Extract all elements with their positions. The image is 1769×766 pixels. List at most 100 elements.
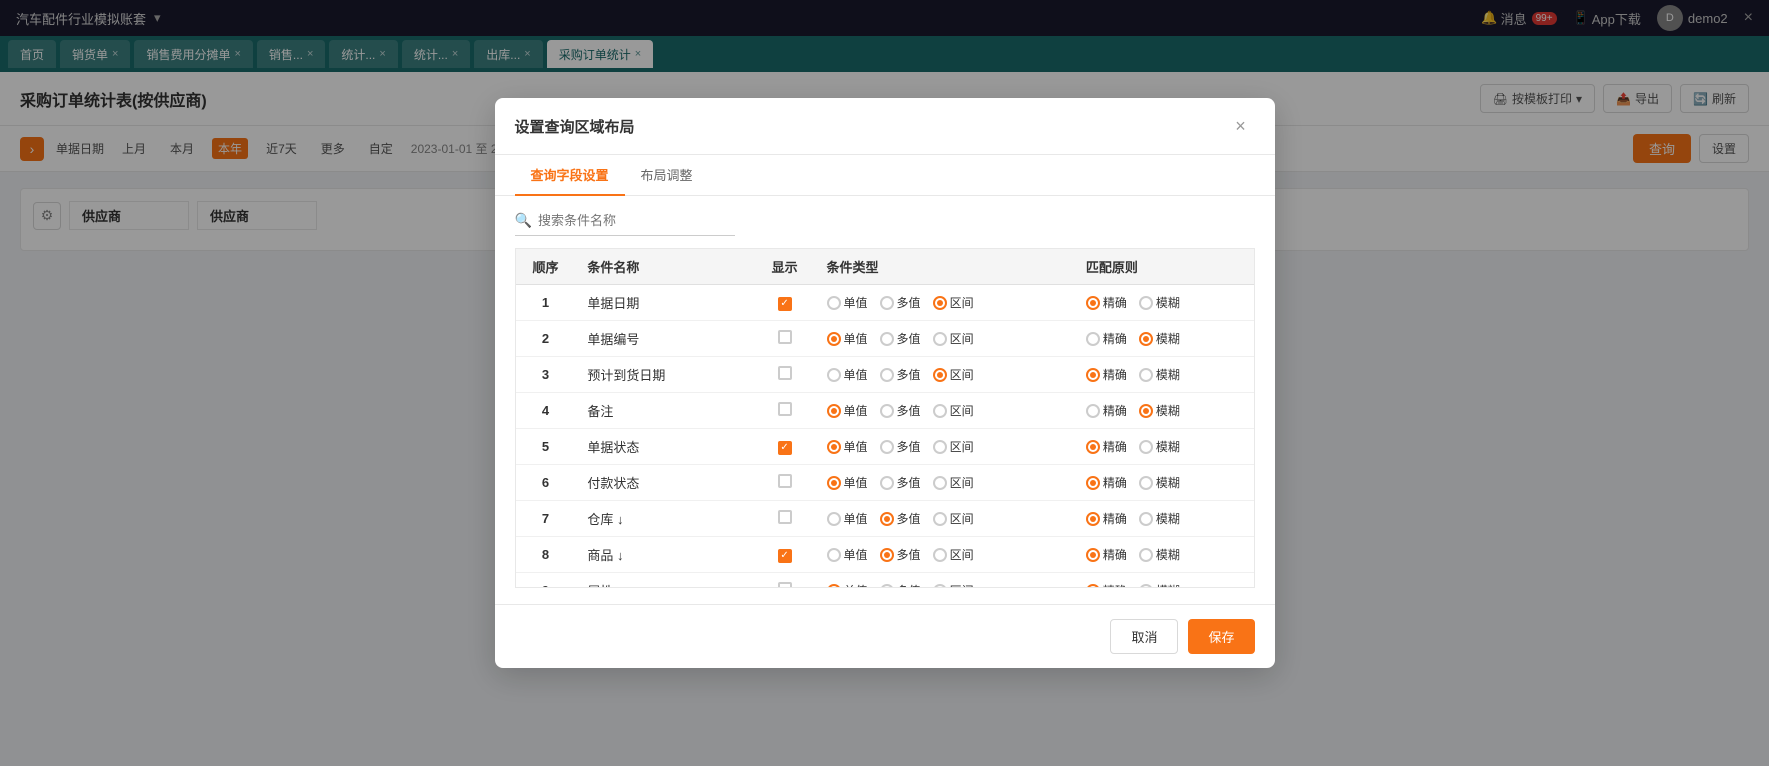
table-row: 9属性 ↓单值多值区间精确模糊: [516, 573, 1254, 589]
type-radio-item[interactable]: 区间: [933, 366, 974, 383]
match-radio-item[interactable]: 精确: [1086, 402, 1127, 419]
cell-order: 3: [516, 357, 576, 393]
type-radio-item[interactable]: 单值: [827, 474, 868, 491]
type-radio-item[interactable]: 多值: [880, 438, 921, 455]
match-radio-item[interactable]: 模糊: [1139, 294, 1180, 311]
table-row: 4备注 单值多值区间 精确模糊: [516, 393, 1254, 429]
type-radio-item[interactable]: 多值: [880, 546, 921, 563]
type-radio-item[interactable]: 区间: [933, 330, 974, 347]
type-radio-item[interactable]: 多值: [880, 330, 921, 347]
type-radio-item[interactable]: 区间: [933, 474, 974, 491]
cell-display[interactable]: [755, 573, 815, 589]
modal-close-btn[interactable]: ×: [1227, 112, 1255, 140]
modal-tab-layout[interactable]: 布局调整: [625, 155, 709, 196]
display-checkbox[interactable]: [778, 402, 792, 416]
cell-display[interactable]: [755, 321, 815, 357]
display-checkbox[interactable]: [778, 330, 792, 344]
radio-circle: [880, 584, 894, 589]
cell-display[interactable]: [755, 465, 815, 501]
radio-circle: [933, 548, 947, 562]
cell-name: 预计到货日期: [575, 357, 754, 393]
type-radio-item[interactable]: 单值: [827, 438, 868, 455]
match-radio-item[interactable]: 精确: [1086, 510, 1127, 527]
radio-circle: [880, 404, 894, 418]
match-radio-item[interactable]: 精确: [1086, 474, 1127, 491]
radio-circle: [933, 584, 947, 589]
match-radio-item[interactable]: 精确: [1086, 294, 1127, 311]
cell-order: 1: [516, 285, 576, 321]
cell-display[interactable]: [755, 393, 815, 429]
type-radio-item[interactable]: 多值: [880, 294, 921, 311]
cancel-button[interactable]: 取消: [1110, 619, 1178, 654]
match-radio-item[interactable]: 模糊: [1139, 510, 1180, 527]
match-radio-item[interactable]: 模糊: [1139, 438, 1180, 455]
type-radio-item[interactable]: 区间: [933, 294, 974, 311]
match-radio-item[interactable]: 精确: [1086, 582, 1127, 588]
match-radio-item[interactable]: 模糊: [1139, 582, 1180, 588]
cell-display[interactable]: [755, 501, 815, 537]
display-checkbox[interactable]: [778, 366, 792, 380]
cell-display[interactable]: [755, 285, 815, 321]
match-radio-item[interactable]: 模糊: [1139, 402, 1180, 419]
type-radio-item[interactable]: 单值: [827, 582, 868, 588]
type-radio-item[interactable]: 单值: [827, 294, 868, 311]
display-checkbox[interactable]: [778, 297, 792, 311]
match-radio-item[interactable]: 模糊: [1139, 366, 1180, 383]
cell-name: 仓库 ↓: [575, 501, 754, 537]
modal-tab-fields[interactable]: 查询字段设置: [515, 155, 625, 196]
search-input[interactable]: [538, 213, 735, 228]
type-radio-item[interactable]: 多值: [880, 582, 921, 588]
type-radio-item[interactable]: 区间: [933, 438, 974, 455]
save-button[interactable]: 保存: [1188, 619, 1254, 654]
cell-display[interactable]: [755, 429, 815, 465]
radio-circle: [880, 296, 894, 310]
radio-circle: [1086, 296, 1100, 310]
type-radio-item[interactable]: 区间: [933, 546, 974, 563]
radio-circle: [933, 368, 947, 382]
type-radio-item[interactable]: 单值: [827, 546, 868, 563]
type-radio-item[interactable]: 多值: [880, 510, 921, 527]
col-match-header: 匹配原则: [1074, 249, 1254, 285]
type-radio-item[interactable]: 多值: [880, 474, 921, 491]
display-checkbox[interactable]: [778, 441, 792, 455]
cell-display[interactable]: [755, 357, 815, 393]
display-checkbox[interactable]: [778, 549, 792, 563]
cell-name: 商品 ↓: [575, 537, 754, 573]
modal-header: 设置查询区域布局 ×: [495, 98, 1275, 155]
type-radio-item[interactable]: 单值: [827, 366, 868, 383]
radio-circle: [933, 512, 947, 526]
match-radio-item[interactable]: 精确: [1086, 546, 1127, 563]
type-radio-item[interactable]: 多值: [880, 402, 921, 419]
cell-name: 单据日期: [575, 285, 754, 321]
radio-circle: [1139, 332, 1153, 346]
display-checkbox[interactable]: [778, 474, 792, 488]
type-radio-item[interactable]: 区间: [933, 510, 974, 527]
radio-circle: [880, 548, 894, 562]
match-radio-item[interactable]: 模糊: [1139, 546, 1180, 563]
display-checkbox[interactable]: [778, 510, 792, 524]
cell-order: 4: [516, 393, 576, 429]
radio-circle: [880, 512, 894, 526]
radio-circle: [933, 476, 947, 490]
type-radio-item[interactable]: 单值: [827, 330, 868, 347]
match-radio-item[interactable]: 精确: [1086, 366, 1127, 383]
match-radio-item[interactable]: 模糊: [1139, 474, 1180, 491]
type-radio-item[interactable]: 区间: [933, 402, 974, 419]
type-radio-item[interactable]: 多值: [880, 366, 921, 383]
type-radio-item[interactable]: 单值: [827, 402, 868, 419]
radio-circle: [1086, 404, 1100, 418]
type-radio-item[interactable]: 区间: [933, 582, 974, 588]
cell-name: 单据编号: [575, 321, 754, 357]
display-checkbox[interactable]: [778, 582, 792, 588]
radio-circle: [1086, 548, 1100, 562]
cell-match: 精确 模糊: [1074, 573, 1254, 589]
type-radio-item[interactable]: 单值: [827, 510, 868, 527]
fields-table-scroll[interactable]: 顺序 条件名称 显示 条件类型 匹配原则 1单据日期单值多值区间精确模糊2单据编…: [515, 248, 1255, 588]
match-radio-item[interactable]: 模糊: [1139, 330, 1180, 347]
cell-name: 备注: [575, 393, 754, 429]
cell-type: 单值多值区间: [815, 465, 1074, 501]
cell-display[interactable]: [755, 537, 815, 573]
match-radio-item[interactable]: 精确: [1086, 438, 1127, 455]
cell-type: 单值多值区间: [815, 501, 1074, 537]
match-radio-item[interactable]: 精确: [1086, 330, 1127, 347]
